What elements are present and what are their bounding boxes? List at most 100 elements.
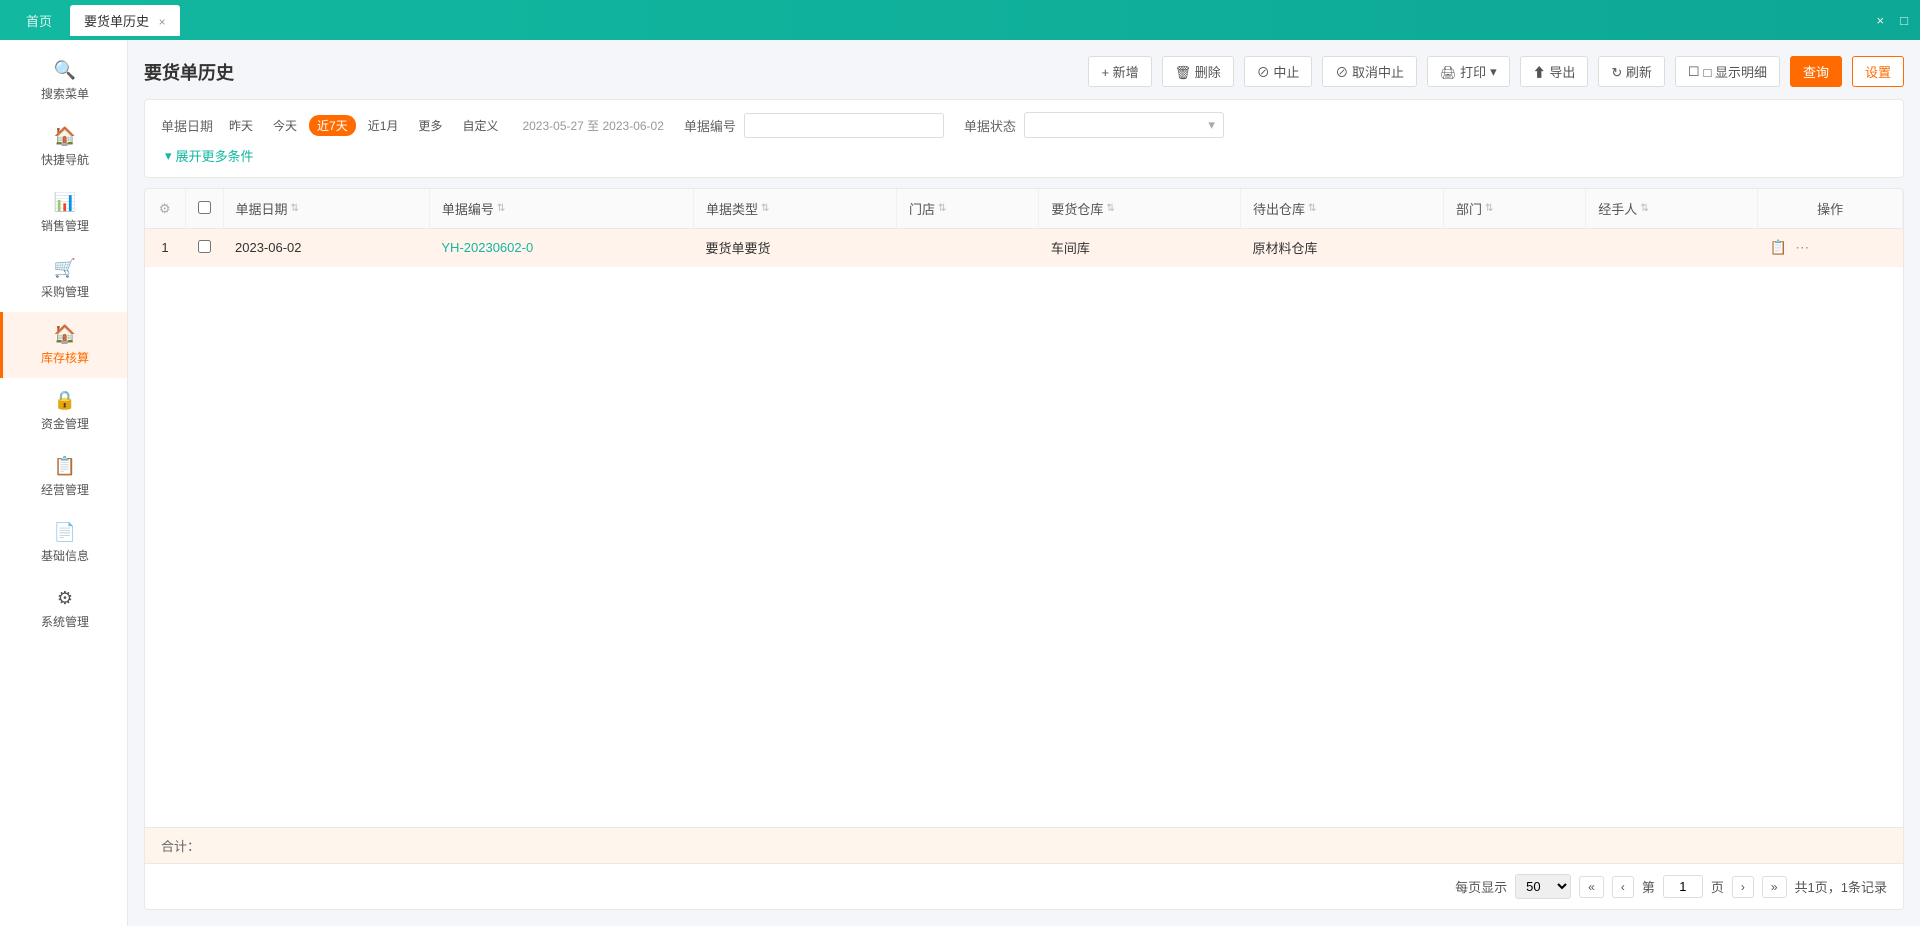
first-page-btn[interactable]: «	[1579, 876, 1604, 898]
export-button[interactable]: ⬆ 导出	[1520, 56, 1589, 87]
row-checkbox[interactable]	[198, 240, 211, 253]
query-button[interactable]: 查询	[1790, 56, 1842, 87]
gear-icon: ⚙	[57, 588, 73, 609]
row-checkbox-cell	[185, 229, 223, 267]
sort-date[interactable]: 单据日期 ⇅	[236, 199, 417, 218]
th-settings[interactable]: ⚙	[145, 189, 185, 229]
sort-handler[interactable]: 经手人 ⇅	[1598, 199, 1745, 218]
sort-req-warehouse[interactable]: 要货仓库 ⇅	[1051, 199, 1228, 218]
sidebar-item-operations[interactable]: 📋 经营管理	[0, 444, 127, 510]
date-last1month[interactable]: 近1月	[360, 115, 407, 136]
page-label-after: 页	[1711, 877, 1724, 896]
cart-icon: 🛒	[54, 258, 76, 279]
date-range-text: 2023-05-27 至 2023-06-02	[522, 117, 663, 134]
refresh-button[interactable]: ↻ 刷新	[1598, 56, 1665, 87]
sidebar-item-purchase[interactable]: 🛒 采购管理	[0, 246, 127, 312]
row-date: 2023-06-02	[223, 229, 429, 267]
sort-icon-type: ⇅	[761, 203, 769, 214]
date-custom[interactable]: 自定义	[454, 115, 506, 136]
tab-home[interactable]: 首页	[12, 5, 66, 36]
sidebar-item-sales[interactable]: 📊 销售管理	[0, 180, 127, 246]
page-label-before: 第	[1642, 877, 1655, 896]
tab-close-icon[interactable]: ×	[159, 15, 166, 29]
sidebar-item-quicknav[interactable]: 🏠 快捷导航	[0, 114, 127, 180]
doc-icon: 📄	[54, 522, 76, 543]
page-size-select[interactable]: 50 10 20 100	[1515, 874, 1571, 899]
sort-pending-warehouse[interactable]: 待出仓库 ⇅	[1253, 199, 1431, 218]
sort-type[interactable]: 单据类型 ⇅	[706, 199, 884, 218]
sort-icon-req-warehouse: ⇅	[1106, 203, 1114, 214]
date-buttons: 昨天 今天 近7天 近1月 更多	[221, 115, 506, 136]
date-more[interactable]: 更多	[410, 115, 450, 136]
expand-more-btn[interactable]: ▾ 展开更多条件	[161, 146, 1887, 165]
page-number-input[interactable]	[1663, 875, 1703, 898]
sort-icon-handler: ⇅	[1640, 203, 1648, 214]
cancel-stop-button[interactable]: ⊘ 取消中止	[1322, 56, 1417, 87]
print-button[interactable]: 🖨 打印 ▾	[1427, 56, 1510, 87]
table-wrap: ⚙ 单据日期 ⇅ 单据编号	[144, 188, 1904, 910]
page-header: 要货单历史 + 新增 🗑 删除 ⊘ 中止 ⊘ 取消中止 🖨 打印 ▾	[144, 56, 1904, 87]
date-today[interactable]: 今天	[265, 115, 305, 136]
stop-button[interactable]: ⊘ 中止	[1244, 56, 1313, 87]
date-last7days[interactable]: 近7天	[309, 115, 356, 136]
prev-page-btn[interactable]: ‹	[1612, 876, 1634, 898]
tab-history[interactable]: 要货单历史 ×	[70, 5, 180, 36]
row-actions: 📋 ⋯	[1758, 229, 1903, 267]
th-date: 单据日期 ⇅	[223, 189, 429, 229]
status-filter: 单据状态 ▾	[964, 112, 1224, 138]
sort-icon-date: ⇅	[291, 203, 299, 214]
column-settings-icon[interactable]: ⚙	[159, 201, 171, 216]
next-page-btn[interactable]: ›	[1732, 876, 1754, 898]
inventory-icon: 🏠	[54, 324, 76, 345]
row-department	[1443, 229, 1585, 267]
sort-icon-pending-warehouse: ⇅	[1308, 203, 1316, 214]
row-delete-icon[interactable]: ⋯	[1795, 239, 1809, 256]
new-button[interactable]: + 新增	[1088, 56, 1151, 87]
sort-icon-no: ⇅	[497, 203, 505, 214]
settings-button[interactable]: 设置	[1852, 56, 1904, 87]
sort-no[interactable]: 单据编号 ⇅	[442, 199, 681, 218]
sidebar-item-inventory[interactable]: 🏠 库存核算	[0, 312, 127, 378]
display-detail-button[interactable]: ☐ □ 显示明细	[1675, 56, 1780, 87]
sidebar-item-system[interactable]: ⚙ 系统管理	[0, 576, 127, 642]
status-select[interactable]: ▾	[1024, 112, 1224, 138]
chart-icon: 📊	[54, 192, 76, 213]
row-edit-icon[interactable]: 📋	[1770, 239, 1787, 256]
table-header-row: ⚙ 单据日期 ⇅ 单据编号	[145, 189, 1903, 229]
status-dropdown-icon: ▾	[1208, 117, 1215, 133]
row-no-link[interactable]: YH-20230602-0	[441, 240, 533, 255]
window-close-btn[interactable]: ×	[1877, 13, 1885, 28]
th-shop: 门店 ⇅	[897, 189, 1039, 229]
select-all-checkbox[interactable]	[198, 201, 211, 214]
sidebar-item-basic[interactable]: 📄 基础信息	[0, 510, 127, 576]
row-pending-warehouse: 原材料仓库	[1240, 229, 1443, 267]
filter-row: 单据日期 昨天 今天 近7天 近1月	[161, 112, 1887, 138]
th-department: 部门 ⇅	[1443, 189, 1585, 229]
delete-button[interactable]: 🗑 删除	[1162, 56, 1234, 87]
page-size-label: 每页显示	[1455, 877, 1507, 896]
sidebar-item-search[interactable]: 🔍 搜索菜单	[0, 48, 127, 114]
clipboard-icon: 📋	[54, 456, 76, 477]
row-no: YH-20230602-0	[429, 229, 693, 267]
order-no-input[interactable]	[744, 113, 944, 138]
th-checkbox	[185, 189, 223, 229]
action-buttons: 📋 ⋯	[1770, 239, 1891, 256]
content-area: 要货单历史 + 新增 🗑 删除 ⊘ 中止 ⊘ 取消中止 🖨 打印 ▾	[128, 40, 1920, 926]
checkbox-icon: ☐	[1688, 64, 1700, 80]
sort-shop[interactable]: 门店 ⇅	[909, 199, 1026, 218]
order-no-filter: 单据编号	[684, 113, 944, 138]
status-label: 单据状态	[964, 116, 1016, 135]
sort-department[interactable]: 部门 ⇅	[1456, 199, 1573, 218]
top-bar: 首页 要货单历史 × × □	[0, 0, 1920, 40]
window-max-btn[interactable]: □	[1900, 13, 1908, 28]
row-handler	[1586, 229, 1758, 267]
sort-icon-department: ⇅	[1485, 203, 1493, 214]
date-filter-label: 单据日期	[161, 116, 213, 135]
sidebar-item-finance[interactable]: 🔒 资金管理	[0, 378, 127, 444]
table-footer: 合计：	[145, 827, 1903, 863]
th-type: 单据类型 ⇅	[693, 189, 896, 229]
page-title: 要货单历史	[144, 59, 234, 85]
date-yesterday[interactable]: 昨天	[221, 115, 261, 136]
order-no-label: 单据编号	[684, 116, 736, 135]
last-page-btn[interactable]: »	[1762, 876, 1787, 898]
